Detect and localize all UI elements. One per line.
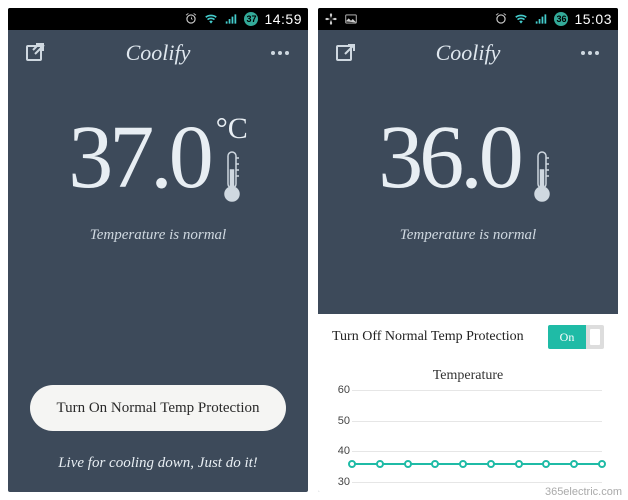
image-icon — [344, 12, 358, 26]
status-clock: 14:59 — [264, 11, 302, 27]
status-clock: 15:03 — [574, 11, 612, 27]
data-point — [598, 460, 606, 468]
setting-label: Turn Off Normal Temp Protection — [332, 329, 524, 345]
series-line — [352, 463, 602, 465]
chart-title: Temperature — [328, 368, 608, 384]
temperature-chart: Temperature 30405060 — [318, 360, 618, 492]
y-tick-label: 60 — [328, 384, 350, 396]
app-title: Coolify — [436, 40, 501, 66]
gridline — [352, 390, 602, 391]
temperature-value: 36.0 — [378, 106, 520, 209]
data-point — [404, 460, 412, 468]
data-point — [570, 460, 578, 468]
protection-toggle[interactable]: On — [548, 325, 604, 349]
data-point — [515, 460, 523, 468]
temperature-unit: °C — [216, 114, 248, 144]
y-tick-label: 50 — [328, 415, 350, 427]
data-point — [348, 460, 356, 468]
screen-right: 36 15:03 Coolify 36.0 °C Temperature is … — [318, 8, 618, 492]
temperature-status: Temperature is normal — [318, 227, 618, 244]
temperature-display: 37.0 °C Temperature is normal — [8, 76, 308, 254]
y-tick-label: 30 — [328, 476, 350, 488]
wifi-icon — [204, 12, 218, 26]
gridline — [352, 421, 602, 422]
more-icon[interactable] — [578, 41, 602, 65]
share-icon[interactable] — [334, 41, 358, 65]
alarm-icon — [494, 12, 508, 26]
title-bar: Coolify — [8, 30, 308, 76]
toggle-protection-button[interactable]: Turn On Normal Temp Protection — [30, 385, 286, 431]
data-point — [542, 460, 550, 468]
temp-badge: 36 — [554, 12, 568, 26]
app-title: Coolify — [126, 40, 191, 66]
y-tick-label: 40 — [328, 445, 350, 457]
more-icon[interactable] — [268, 41, 292, 65]
fan-icon — [324, 12, 338, 26]
data-point — [459, 460, 467, 468]
temperature-status: Temperature is normal — [8, 227, 308, 244]
temperature-value: 37.0 — [68, 106, 210, 209]
screen-left: 37 14:59 Coolify 37.0 °C Temperature is … — [8, 8, 308, 492]
signal-icon — [224, 12, 238, 26]
status-bar: 36 15:03 — [318, 8, 618, 30]
gridline — [352, 451, 602, 452]
data-point — [376, 460, 384, 468]
temp-badge: 37 — [244, 12, 258, 26]
share-icon[interactable] — [24, 41, 48, 65]
thermometer-icon — [222, 150, 242, 207]
alarm-icon — [184, 12, 198, 26]
data-point — [431, 460, 439, 468]
temperature-display: 36.0 °C Temperature is normal — [318, 76, 618, 254]
status-bar: 37 14:59 — [8, 8, 308, 30]
wifi-icon — [514, 12, 528, 26]
protection-setting-row: Turn Off Normal Temp Protection On — [318, 314, 618, 360]
toggle-on-label: On — [548, 325, 586, 349]
data-point — [487, 460, 495, 468]
title-bar: Coolify — [318, 30, 618, 76]
thermometer-icon — [532, 150, 552, 207]
tagline: Live for cooling down, Just do it! — [8, 455, 308, 472]
watermark: 365electric.com — [545, 486, 622, 498]
chart-plot: 30405060 — [352, 390, 602, 482]
toggle-handle — [586, 325, 604, 349]
signal-icon — [534, 12, 548, 26]
gridline — [352, 482, 602, 483]
